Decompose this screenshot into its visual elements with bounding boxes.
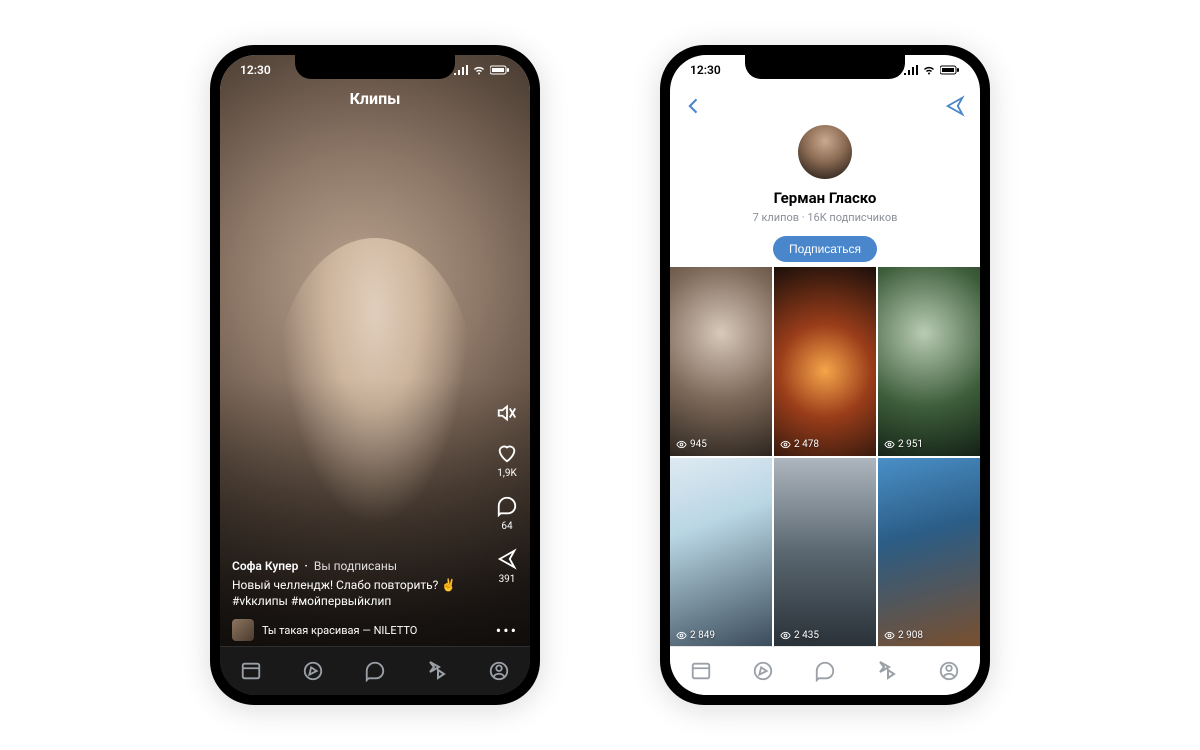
share-button[interactable] [494, 546, 520, 572]
like-count: 1,9K [497, 468, 516, 479]
nav-clips[interactable] [874, 658, 900, 684]
side-actions: 1,9K 64 391 [494, 400, 520, 585]
subscribed-label: Вы подписаны [314, 559, 397, 573]
screen-profile: 12:30 Герман Гласко 7 клипов · 16K подпи… [670, 55, 980, 695]
mute-toggle[interactable] [494, 400, 520, 426]
nav-messages[interactable] [362, 658, 388, 684]
more-button[interactable]: ••• [496, 621, 518, 640]
author-name[interactable]: Софа Купер [232, 559, 298, 573]
status-icons [904, 65, 960, 75]
screen-feed: 12:30 Клипы 1,9K [220, 55, 530, 695]
caption-line-1: Новый челлендж! Слабо повторить? ✌️ [232, 577, 480, 593]
nav-news[interactable] [238, 658, 264, 684]
caption-line-2: #vkклипы #мойпервыйклип [232, 593, 480, 609]
profile-header: Герман Гласко 7 клипов · 16K подписчиков… [670, 125, 980, 262]
comment-count: 64 [501, 521, 512, 532]
status-time: 12:30 [240, 63, 271, 77]
profile-topbar [670, 91, 980, 121]
bullet: · [304, 559, 308, 573]
comment-icon [496, 495, 518, 517]
back-button[interactable] [684, 96, 704, 116]
clip-tile[interactable]: 2 951 [878, 267, 980, 456]
notch [295, 55, 455, 79]
like-button[interactable] [494, 440, 520, 466]
share-count: 391 [499, 574, 516, 585]
signal-icon [454, 65, 468, 75]
clip-tile[interactable]: 2 478 [774, 267, 876, 456]
clip-tile[interactable]: 2 435 [774, 458, 876, 647]
phone-profile: 12:30 Герман Гласко 7 клипов · 16K подпи… [660, 45, 990, 705]
notch [745, 55, 905, 79]
battery-icon [940, 65, 960, 75]
clip-tile[interactable]: 945 [670, 267, 772, 456]
share-profile-button[interactable] [944, 95, 966, 117]
comment-button[interactable] [494, 493, 520, 519]
navbar [670, 646, 980, 695]
signal-icon [904, 65, 918, 75]
avatar[interactable] [798, 125, 852, 179]
heart-icon [496, 442, 518, 464]
music-row[interactable]: Ты такая красивая — NILETTO ••• [232, 619, 518, 641]
nav-messages[interactable] [812, 658, 838, 684]
nav-discover[interactable] [300, 658, 326, 684]
status-icons [454, 65, 510, 75]
nav-profile[interactable] [486, 658, 512, 684]
phone-feed: 12:30 Клипы 1,9K [210, 45, 540, 705]
feed-meta: Софа Купер · Вы подписаны Новый челлендж… [232, 559, 480, 609]
feed-title: Клипы [220, 89, 530, 108]
eye-icon [884, 630, 895, 641]
view-count: 945 [690, 439, 707, 450]
eye-icon [884, 439, 895, 450]
eye-icon [676, 439, 687, 450]
profile-name: Герман Гласко [774, 189, 877, 207]
clip-tile[interactable]: 2 849 [670, 458, 772, 647]
battery-icon [490, 65, 510, 75]
wifi-icon [472, 65, 486, 75]
profile-stats: 7 клипов · 16K подписчиков [753, 211, 898, 224]
clip-tile[interactable]: 2 908 [878, 458, 980, 647]
share-icon [496, 548, 518, 570]
subscribe-button[interactable]: Подписаться [773, 236, 877, 262]
view-count: 2 478 [794, 439, 819, 450]
music-label: Ты такая красивая — NILETTO [262, 624, 417, 637]
navbar [220, 646, 530, 695]
eye-icon [780, 630, 791, 641]
view-count: 2 849 [690, 630, 715, 641]
nav-clips[interactable] [424, 658, 450, 684]
view-count: 2 951 [898, 439, 923, 450]
nav-discover[interactable] [750, 658, 776, 684]
nav-news[interactable] [688, 658, 714, 684]
view-count: 2 435 [794, 630, 819, 641]
music-cover [232, 619, 254, 641]
clips-grid: 945 2 478 2 951 2 849 2 435 2 908 [670, 267, 980, 647]
view-count: 2 908 [898, 630, 923, 641]
eye-icon [780, 439, 791, 450]
nav-profile[interactable] [936, 658, 962, 684]
wifi-icon [922, 65, 936, 75]
status-time: 12:30 [690, 63, 721, 77]
eye-icon [676, 630, 687, 641]
